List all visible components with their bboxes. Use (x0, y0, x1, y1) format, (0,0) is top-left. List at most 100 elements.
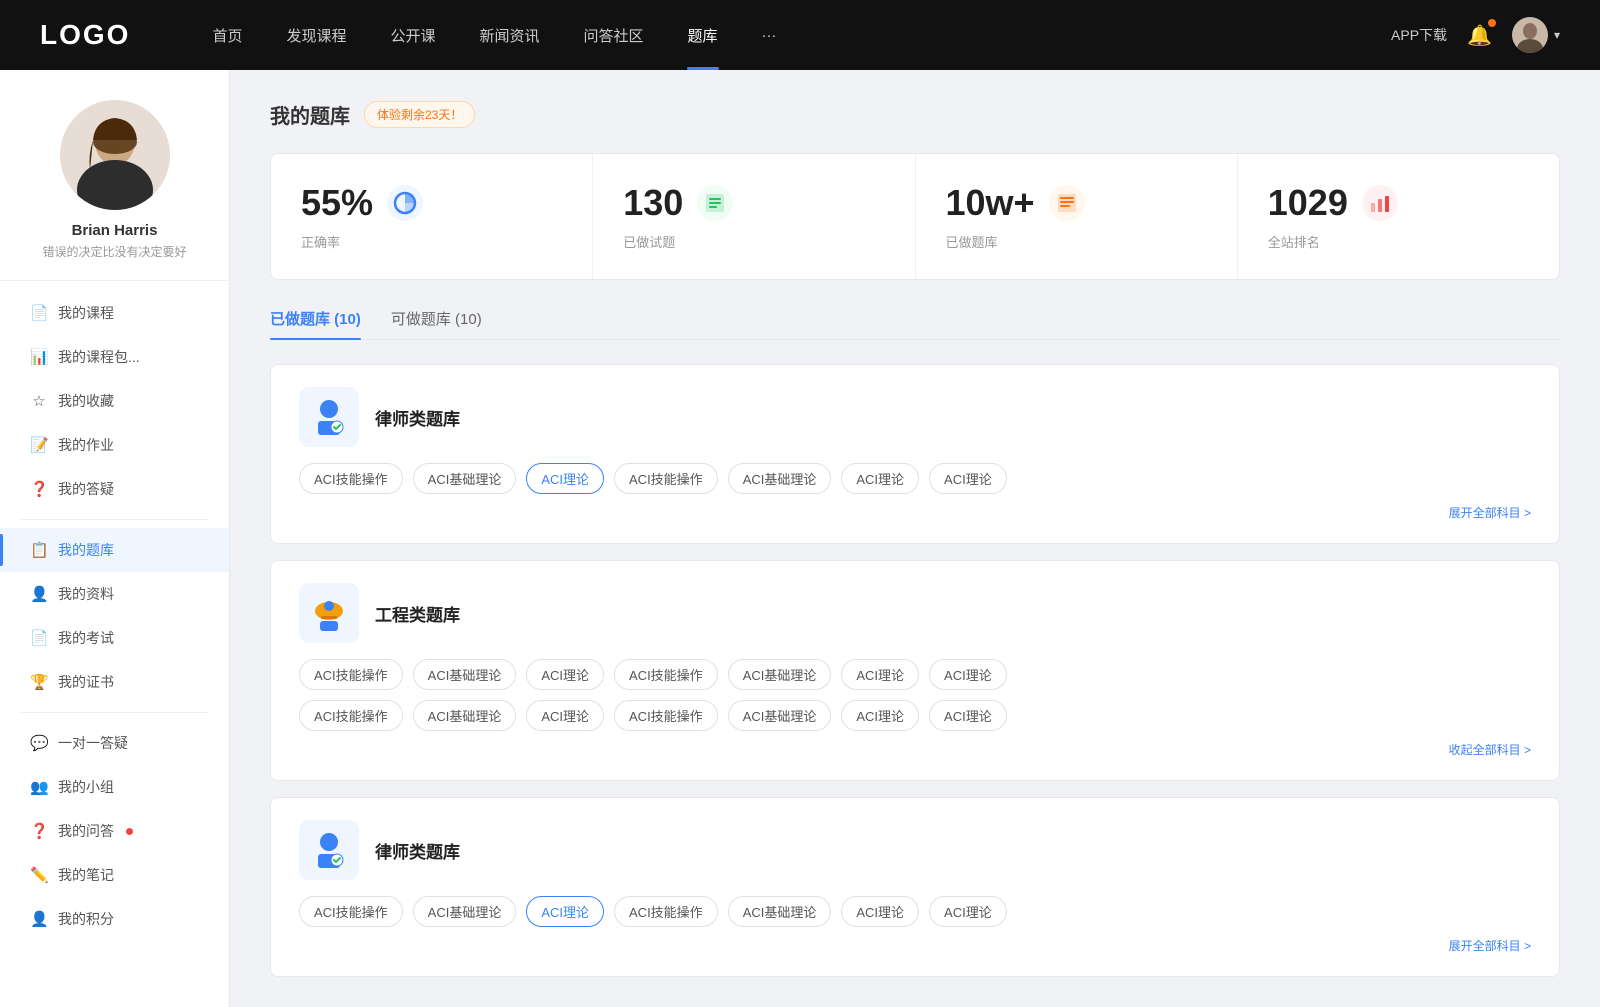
eng-tag-r1-5[interactable]: ACI理论 (841, 659, 919, 690)
nav-qa[interactable]: 问答社区 (562, 0, 666, 70)
sidebar-item-notes[interactable]: ✏️ 我的笔记 (0, 853, 229, 897)
tag-3-5[interactable]: ACI理论 (841, 896, 919, 927)
done-questions-number: 130 (623, 182, 683, 224)
bank-card-engineer-header: 工程类题库 (299, 583, 1531, 643)
eng-tag-r1-4[interactable]: ACI基础理论 (728, 659, 832, 690)
tab-available-banks[interactable]: 可做题库 (10) (391, 308, 482, 339)
rank-label: 全站排名 (1268, 232, 1529, 251)
notes-icon: ✏️ (30, 866, 48, 884)
eng-tag-r1-6[interactable]: ACI理论 (929, 659, 1007, 690)
stat-done-questions-top: 130 (623, 182, 884, 224)
tag-1-4[interactable]: ACI基础理论 (728, 463, 832, 494)
sidebar-item-my-courses[interactable]: 📄 我的课程 (0, 291, 229, 335)
tabs-row: 已做题库 (10) 可做题库 (10) (270, 308, 1560, 340)
sidebar-item-homework[interactable]: 📝 我的作业 (0, 423, 229, 467)
tag-1-5[interactable]: ACI理论 (841, 463, 919, 494)
user-avatar-menu[interactable]: ▾ (1512, 17, 1560, 53)
tag-3-4[interactable]: ACI基础理论 (728, 896, 832, 927)
eng-tag-r2-2[interactable]: ACI理论 (526, 700, 604, 731)
qa-icon: ❓ (30, 480, 48, 498)
profile-motto: 错误的决定比没有决定要好 (42, 243, 186, 260)
user-profile: Brian Harris 错误的决定比没有决定要好 (0, 100, 229, 281)
collapse-button-2[interactable]: 收起全部科目 > (299, 741, 1531, 758)
profile-avatar (60, 100, 170, 210)
nav-question-bank[interactable]: 题库 (666, 0, 740, 70)
accuracy-number: 55% (301, 182, 373, 224)
page-title: 我的题库 (270, 100, 350, 129)
divider1 (20, 519, 209, 520)
cert-icon: 🏆 (30, 673, 48, 691)
bell-icon: 🔔 (1467, 25, 1492, 47)
tag-3-6[interactable]: ACI理论 (929, 896, 1007, 927)
bank-card-lawyer-1: 律师类题库 ACI技能操作 ACI基础理论 ACI理论 ACI技能操作 ACI基… (270, 364, 1560, 544)
top-navigation: LOGO 首页 发现课程 公开课 新闻资讯 问答社区 题库 ··· APP下载 … (0, 0, 1600, 70)
sidebar-item-exams[interactable]: 📄 我的考试 (0, 616, 229, 660)
rank-number: 1029 (1268, 182, 1348, 224)
tag-1-2[interactable]: ACI理论 (526, 463, 604, 494)
page-title-row: 我的题库 体验剩余23天！ (270, 100, 1560, 129)
notification-bell[interactable]: 🔔 (1467, 23, 1492, 48)
packages-icon: 📊 (30, 348, 48, 366)
stat-rank: 1029 全站排名 (1238, 154, 1559, 279)
sidebar-item-points[interactable]: 👤 我的积分 (0, 897, 229, 941)
bank-card-lawyer-2: 律师类题库 ACI技能操作 ACI基础理论 ACI理论 ACI技能操作 ACI基… (270, 797, 1560, 977)
tag-3-0[interactable]: ACI技能操作 (299, 896, 403, 927)
chat-icon: 💬 (30, 734, 48, 752)
sidebar-item-groups[interactable]: 👥 我的小组 (0, 765, 229, 809)
tag-1-6[interactable]: ACI理论 (929, 463, 1007, 494)
sidebar-item-my-qa[interactable]: ❓ 我的答疑 (0, 467, 229, 511)
done-banks-number: 10w+ (946, 182, 1035, 224)
tag-1-0[interactable]: ACI技能操作 (299, 463, 403, 494)
rank-icon (1362, 185, 1398, 221)
nav-open-course[interactable]: 公开课 (368, 0, 457, 70)
sidebar-item-question-bank[interactable]: 📋 我的题库 (0, 528, 229, 572)
stat-done-questions: 130 已做试题 (593, 154, 915, 279)
done-banks-label: 已做题库 (946, 232, 1207, 251)
bank-card-lawyer-2-header: 律师类题库 (299, 820, 1531, 880)
sidebar-item-certificates[interactable]: 🏆 我的证书 (0, 660, 229, 704)
logo: LOGO (40, 19, 130, 51)
eng-tag-r1-2[interactable]: ACI理论 (526, 659, 604, 690)
profile-icon: 👤 (30, 585, 48, 603)
tag-3-2[interactable]: ACI理论 (526, 896, 604, 927)
lawyer-bank-1-name: 律师类题库 (375, 405, 460, 430)
nav-home[interactable]: 首页 (190, 0, 264, 70)
tag-1-3[interactable]: ACI技能操作 (614, 463, 718, 494)
points-icon: 👤 (30, 910, 48, 928)
eng-tag-r1-1[interactable]: ACI基础理论 (413, 659, 517, 690)
expand-button-1[interactable]: 展开全部科目 > (299, 504, 1531, 521)
tag-1-1[interactable]: ACI基础理论 (413, 463, 517, 494)
tag-3-3[interactable]: ACI技能操作 (614, 896, 718, 927)
expand-button-3[interactable]: 展开全部科目 > (299, 937, 1531, 954)
eng-tag-r2-4[interactable]: ACI基础理论 (728, 700, 832, 731)
sidebar-item-questions[interactable]: ❓ 我的问答 (0, 809, 229, 853)
sidebar: Brian Harris 错误的决定比没有决定要好 📄 我的课程 📊 我的课程包… (0, 70, 230, 1007)
eng-tag-r2-6[interactable]: ACI理论 (929, 700, 1007, 731)
nav-discover[interactable]: 发现课程 (264, 0, 368, 70)
sidebar-item-favorites[interactable]: ☆ 我的收藏 (0, 379, 229, 423)
main-content: 我的题库 体验剩余23天！ 55% 正确率 (230, 70, 1600, 1007)
eng-tag-r2-3[interactable]: ACI技能操作 (614, 700, 718, 731)
tag-3-1[interactable]: ACI基础理论 (413, 896, 517, 927)
sidebar-item-course-packages[interactable]: 📊 我的课程包... (0, 335, 229, 379)
eng-tag-r2-1[interactable]: ACI基础理论 (413, 700, 517, 731)
nav-news[interactable]: 新闻资讯 (458, 0, 562, 70)
nav-more[interactable]: ··· (740, 0, 799, 70)
bank-card-engineer: 工程类题库 ACI技能操作 ACI基础理论 ACI理论 ACI技能操作 ACI基… (270, 560, 1560, 781)
sidebar-item-profile[interactable]: 👤 我的资料 (0, 572, 229, 616)
questions-badge (126, 828, 133, 835)
nav-right: APP下载 🔔 ▾ (1391, 17, 1560, 53)
eng-tag-r1-0[interactable]: ACI技能操作 (299, 659, 403, 690)
eng-tag-r2-0[interactable]: ACI技能操作 (299, 700, 403, 731)
sidebar-menu: 📄 我的课程 📊 我的课程包... ☆ 我的收藏 📝 我的作业 ❓ 我的答疑 � (0, 291, 229, 941)
sidebar-item-1on1[interactable]: 💬 一对一答疑 (0, 721, 229, 765)
eng-tag-r1-3[interactable]: ACI技能操作 (614, 659, 718, 690)
eng-tag-r2-5[interactable]: ACI理论 (841, 700, 919, 731)
avatar (1512, 17, 1548, 53)
tab-done-banks[interactable]: 已做题库 (10) (270, 308, 361, 339)
profile-name: Brian Harris (72, 222, 158, 239)
engineer-bank-tags-row1: ACI技能操作 ACI基础理论 ACI理论 ACI技能操作 ACI基础理论 AC… (299, 659, 1531, 690)
question-icon: ❓ (30, 822, 48, 840)
lawyer-bank-1-tags: ACI技能操作 ACI基础理论 ACI理论 ACI技能操作 ACI基础理论 AC… (299, 463, 1531, 494)
app-download-button[interactable]: APP下载 (1391, 25, 1447, 45)
